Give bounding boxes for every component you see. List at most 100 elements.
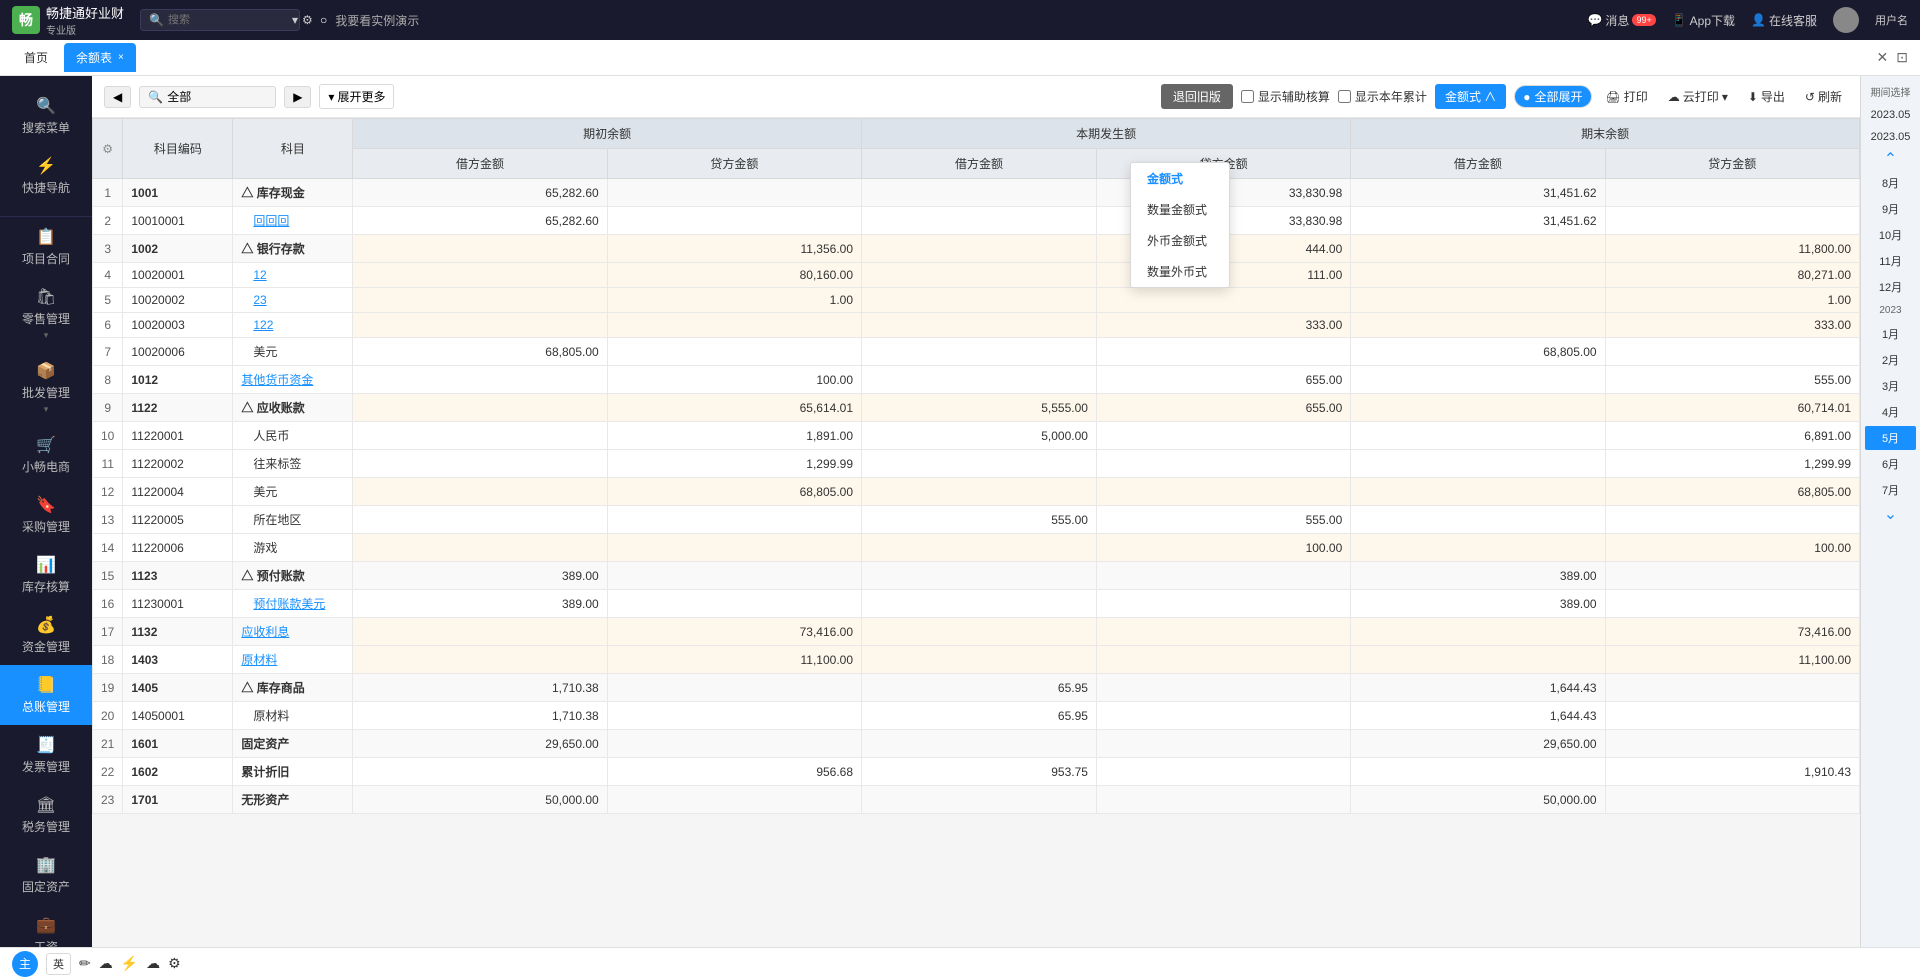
right-panel-dec[interactable]: 12月 bbox=[1865, 275, 1916, 299]
right-panel-apr[interactable]: 4月 bbox=[1865, 400, 1916, 424]
print-btn[interactable]: 🖨 打印 bbox=[1600, 85, 1654, 108]
lang-switch-btn[interactable]: 英 bbox=[46, 953, 71, 975]
table-container: 金额式 数量金额式 外币金额式 数量外币式 ⚙ 科目编码 科目 期初余额 本期发… bbox=[92, 118, 1860, 947]
row-cb-debit bbox=[1351, 450, 1605, 478]
top-search[interactable]: 🔍 ▾ ⚙ bbox=[140, 9, 300, 31]
row-cd bbox=[862, 366, 1097, 394]
service-btn[interactable]: 👤 在线客服 bbox=[1751, 12, 1817, 29]
sidebar-item-quicknav[interactable]: ⚡ 快捷导航 bbox=[8, 146, 84, 206]
right-panel-oct[interactable]: 10月 bbox=[1865, 223, 1916, 247]
row-name[interactable]: 回回回 bbox=[233, 207, 353, 235]
table-settings-icon[interactable]: ⚙ bbox=[102, 142, 113, 156]
format-option-amount[interactable]: 金额式 bbox=[1131, 163, 1229, 194]
row-ob-debit: 1,710.38 bbox=[353, 702, 607, 730]
sidebar-item-wholesale[interactable]: 📦 批发管理 ▾ bbox=[0, 351, 92, 425]
expand-more-btn[interactable]: ▾ 展开更多 bbox=[319, 84, 394, 109]
tab-balance[interactable]: 余额表 × bbox=[64, 43, 136, 72]
download-btn[interactable]: 📱 App下载 bbox=[1672, 12, 1735, 29]
row-name[interactable]: 23 bbox=[233, 288, 353, 313]
username[interactable]: 用户名 bbox=[1875, 12, 1908, 28]
bottom-cloud2-icon[interactable]: ☁ bbox=[146, 955, 160, 972]
bottom-lightning-icon[interactable]: ⚡ bbox=[121, 955, 138, 972]
search-icon: 🔍 bbox=[148, 90, 163, 104]
sidebar-item-assets[interactable]: 🏢 固定资产 bbox=[0, 845, 92, 905]
sidebar-item-invoice[interactable]: 🧾 发票管理 bbox=[0, 725, 92, 785]
row-name[interactable]: 12 bbox=[233, 263, 353, 288]
search-area[interactable]: 🔍 bbox=[139, 86, 276, 108]
sidebar-item-tax[interactable]: 🏛 税务管理 bbox=[0, 785, 92, 845]
row-name[interactable]: 原材料 bbox=[233, 646, 353, 674]
row-name[interactable]: 预付账款美元 bbox=[233, 590, 353, 618]
row-name[interactable]: 其他货币资金 bbox=[233, 366, 353, 394]
sidebar-item-contract[interactable]: 📋 项目合同 bbox=[0, 217, 92, 277]
row-name[interactable]: 122 bbox=[233, 313, 353, 338]
row-cd bbox=[862, 235, 1097, 263]
sidebar-item-funds[interactable]: 💰 资金管理 bbox=[0, 605, 92, 665]
nav-forward-btn[interactable]: ▶ bbox=[284, 86, 311, 108]
tab-maximize-icon[interactable]: ⊡ bbox=[1896, 49, 1908, 66]
row-cc bbox=[1096, 702, 1350, 730]
refresh-btn[interactable]: ↺ 刷新 bbox=[1799, 85, 1848, 108]
right-panel-up[interactable]: ⌃ bbox=[1884, 149, 1897, 169]
right-panel-aug[interactable]: 8月 bbox=[1865, 171, 1916, 195]
all-expand-toggle[interactable]: ● 全部展开 bbox=[1514, 85, 1591, 108]
right-panel-down[interactable]: ⌄ bbox=[1884, 504, 1897, 524]
bottom-edit-icon[interactable]: ✏ bbox=[79, 955, 91, 972]
ytd-checkbox[interactable] bbox=[1338, 90, 1351, 103]
cloud-print-btn[interactable]: ☁ 云打印 ▾ bbox=[1662, 85, 1734, 108]
sidebar-item-ledger[interactable]: 📒 总账管理 bbox=[0, 665, 92, 725]
sidebar-item-purchase[interactable]: 🔖 采购管理 bbox=[0, 485, 92, 545]
sidebar-item-payroll[interactable]: 💼 工资 bbox=[0, 905, 92, 947]
user-avatar[interactable] bbox=[1833, 7, 1859, 33]
sidebar-item-ecommerce[interactable]: 🛒 小畅电商 bbox=[0, 425, 92, 485]
row-name[interactable]: 应收利息 bbox=[233, 618, 353, 646]
right-panel-jan[interactable]: 1月 bbox=[1865, 322, 1916, 346]
content-area: ◀ 🔍 ▶ ▾ 展开更多 退回旧版 显示辅助核算 显示本年累计 金额式 ∧ bbox=[92, 76, 1860, 947]
export-btn[interactable]: ⬇ 导出 bbox=[1742, 85, 1791, 108]
nav-back-btn[interactable]: ◀ bbox=[104, 86, 131, 108]
row-cb-debit bbox=[1351, 288, 1605, 313]
row-ob-credit bbox=[607, 534, 861, 562]
assets-icon: 🏢 bbox=[36, 855, 56, 875]
sidebar: 🔍 搜索菜单 ⚡ 快捷导航 📋 项目合同 🛍 零售管理 ▾ 📦 批发管理 ▾ 🛒… bbox=[0, 76, 92, 947]
bottom-settings-icon[interactable]: ⚙ bbox=[168, 955, 181, 972]
format-option-qty-foreign[interactable]: 数量外币式 bbox=[1131, 256, 1229, 287]
account-search-input[interactable] bbox=[167, 90, 267, 104]
bottom-primary-btn[interactable]: 主 bbox=[12, 951, 38, 977]
sidebar-item-search[interactable]: 🔍 搜索菜单 bbox=[8, 86, 84, 146]
row-ob-debit bbox=[353, 263, 607, 288]
right-panel-date1[interactable]: 2023.05 bbox=[1865, 105, 1916, 125]
format-option-foreign[interactable]: 外币金额式 bbox=[1131, 225, 1229, 256]
right-panel-may[interactable]: 5月 bbox=[1865, 426, 1916, 450]
format-dropdown-btn[interactable]: 金额式 ∧ bbox=[1435, 84, 1506, 109]
show-aux-check[interactable]: 显示辅助核算 bbox=[1241, 88, 1330, 105]
right-panel-mar[interactable]: 3月 bbox=[1865, 374, 1916, 398]
right-panel-sep[interactable]: 9月 bbox=[1865, 197, 1916, 221]
tab-home[interactable]: 首页 bbox=[12, 43, 60, 72]
sidebar-item-label: 零售管理 bbox=[22, 310, 70, 327]
row-num: 10 bbox=[93, 422, 123, 450]
right-panel-date2[interactable]: 2023.05 bbox=[1865, 127, 1916, 147]
aux-checkbox[interactable] bbox=[1241, 90, 1254, 103]
demo-label[interactable]: 我要看实例演示 bbox=[335, 12, 419, 29]
search-input[interactable] bbox=[168, 14, 288, 26]
row-cb-credit bbox=[1605, 702, 1859, 730]
message-btn[interactable]: 💬 消息 99+ bbox=[1587, 12, 1655, 29]
format-option-qty-amount[interactable]: 数量金额式 bbox=[1131, 194, 1229, 225]
sidebar-item-inventory[interactable]: 📊 库存核算 bbox=[0, 545, 92, 605]
bottom-cloud-icon[interactable]: ☁ bbox=[99, 955, 113, 972]
right-panel-nov[interactable]: 11月 bbox=[1865, 249, 1916, 273]
sidebar-item-label: 总账管理 bbox=[22, 698, 70, 715]
row-cc bbox=[1096, 618, 1350, 646]
row-ob-debit: 68,805.00 bbox=[353, 338, 607, 366]
top-right: 💬 消息 99+ 📱 App下载 👤 在线客服 用户名 bbox=[1587, 7, 1908, 33]
return-old-btn[interactable]: 退回旧版 bbox=[1161, 84, 1233, 109]
show-ytd-check[interactable]: 显示本年累计 bbox=[1338, 88, 1427, 105]
right-panel-jul[interactable]: 7月 bbox=[1865, 478, 1916, 502]
tab-close-btn[interactable]: × bbox=[118, 52, 124, 63]
sidebar-item-retail[interactable]: 🛍 零售管理 ▾ bbox=[0, 277, 92, 351]
right-panel-feb[interactable]: 2月 bbox=[1865, 348, 1916, 372]
sidebar-item-label: 采购管理 bbox=[22, 518, 70, 535]
tab-close-icon[interactable]: ✕ bbox=[1877, 49, 1889, 66]
right-panel-jun[interactable]: 6月 bbox=[1865, 452, 1916, 476]
